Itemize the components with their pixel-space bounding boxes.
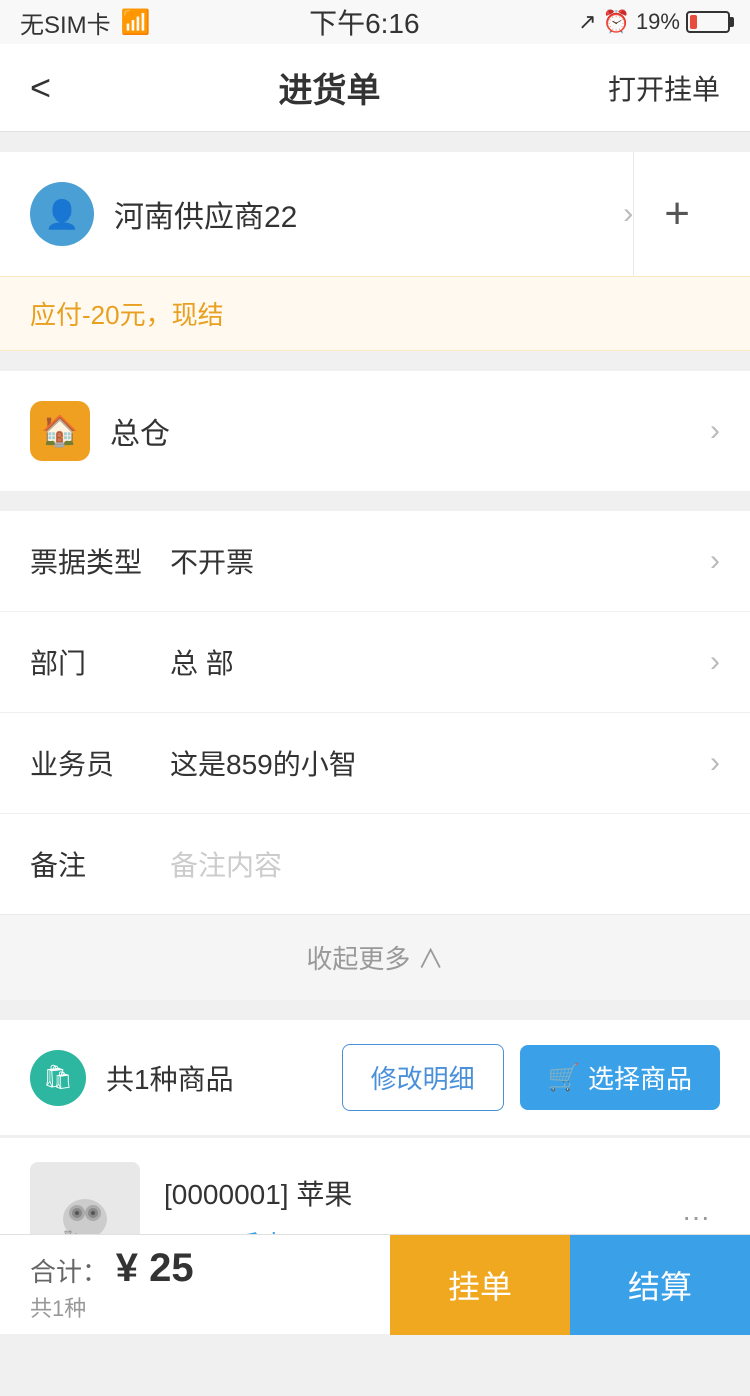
supplier-section: 👤 河南供应商22 › +: [0, 152, 750, 276]
gap-2: [0, 351, 750, 371]
bottom-bar: 合计： ¥ 25 共1种 挂单 结算: [0, 1234, 750, 1334]
add-supplier-button[interactable]: +: [634, 189, 720, 239]
warehouse-chevron-icon: ›: [710, 414, 720, 448]
supplier-avatar: 👤: [30, 182, 94, 246]
gap-3: [0, 491, 750, 511]
warehouse-name: 总仓: [110, 409, 700, 453]
gap-1: [0, 132, 750, 152]
location-icon: ↗: [578, 9, 596, 35]
status-right: ↗ ⏰ 19%: [578, 9, 730, 35]
status-bar: 无SIM卡 📶 下午6:16 ↗ ⏰ 19%: [0, 0, 750, 44]
products-header: 🛍 共1种商品 修改明细 🛒 选择商品: [0, 1020, 750, 1135]
warehouse-section[interactable]: 🏠 总仓 ›: [0, 371, 750, 491]
total-amount: ¥ 25: [116, 1246, 194, 1290]
select-products-button[interactable]: 🛒 选择商品: [520, 1045, 720, 1110]
invoice-value: 不开票: [150, 541, 700, 581]
page-title: 进货单: [279, 63, 381, 112]
dept-row[interactable]: 部门 总 部 ›: [0, 612, 750, 713]
supplier-name: 河南供应商22: [114, 192, 613, 236]
status-time: 下午6:16: [309, 2, 420, 42]
dept-chevron-icon: ›: [710, 645, 720, 679]
avatar-icon: 👤: [45, 198, 80, 231]
invoice-row[interactable]: 票据类型 不开票 ›: [0, 511, 750, 612]
edit-details-button[interactable]: 修改明细: [342, 1044, 504, 1111]
salesperson-chevron-icon: ›: [710, 746, 720, 780]
warehouse-icon: 🏠: [30, 401, 90, 461]
open-pending-button[interactable]: 打开挂单: [608, 68, 720, 108]
total-label: 合计：: [30, 1257, 108, 1287]
status-left: 无SIM卡 📶: [20, 5, 151, 40]
checkout-button[interactable]: 结算: [570, 1235, 750, 1335]
cart-icon: 🛒: [548, 1062, 580, 1093]
supplier-row[interactable]: 👤 河南供应商22 ›: [30, 152, 634, 276]
supplier-chevron-icon: ›: [623, 197, 633, 231]
dept-value: 总 部: [150, 642, 700, 682]
remark-value[interactable]: 备注内容: [150, 844, 720, 884]
salesperson-value: 这是859的小智: [150, 743, 700, 783]
supplier-warning: 应付-20元，现结: [0, 276, 750, 351]
salesperson-row[interactable]: 业务员 这是859的小智 ›: [0, 713, 750, 814]
salesperson-label: 业务员: [30, 743, 150, 783]
signal-text: 无SIM卡: [20, 5, 111, 40]
back-button[interactable]: <: [30, 67, 51, 109]
remark-label: 备注: [30, 844, 150, 884]
total-row: 合计： ¥ 25: [30, 1246, 360, 1291]
hang-order-button[interactable]: 挂单: [390, 1235, 570, 1335]
product-name: [0000001] 苹果: [164, 1173, 672, 1213]
dept-label: 部门: [30, 642, 150, 682]
bag-icon: 🛍: [43, 1063, 73, 1092]
total-section: 合计： ¥ 25 共1种: [0, 1246, 390, 1323]
form-section: 票据类型 不开票 › 部门 总 部 › 业务员 这是859的小智 › 备注 备注…: [0, 511, 750, 914]
collapse-bar[interactable]: 收起更多 ∧: [0, 914, 750, 1000]
select-products-label: 选择商品: [588, 1059, 692, 1096]
products-count: 共1种商品: [106, 1058, 342, 1098]
nav-bar: < 进货单 打开挂单: [0, 44, 750, 132]
alarm-icon: ⏰: [603, 9, 630, 35]
battery-percent: 19%: [636, 9, 680, 35]
total-count: 共1种: [30, 1291, 360, 1323]
wifi-icon: 📶: [121, 8, 151, 37]
product-code: [0000001]: [164, 1179, 289, 1210]
products-icon: 🛍: [30, 1050, 86, 1106]
battery-fill: [690, 15, 697, 29]
product-name-text: 苹果: [296, 1179, 352, 1210]
invoice-label: 票据类型: [30, 541, 150, 581]
battery-icon: [686, 11, 730, 33]
invoice-chevron-icon: ›: [710, 544, 720, 578]
remark-row[interactable]: 备注 备注内容: [0, 814, 750, 914]
